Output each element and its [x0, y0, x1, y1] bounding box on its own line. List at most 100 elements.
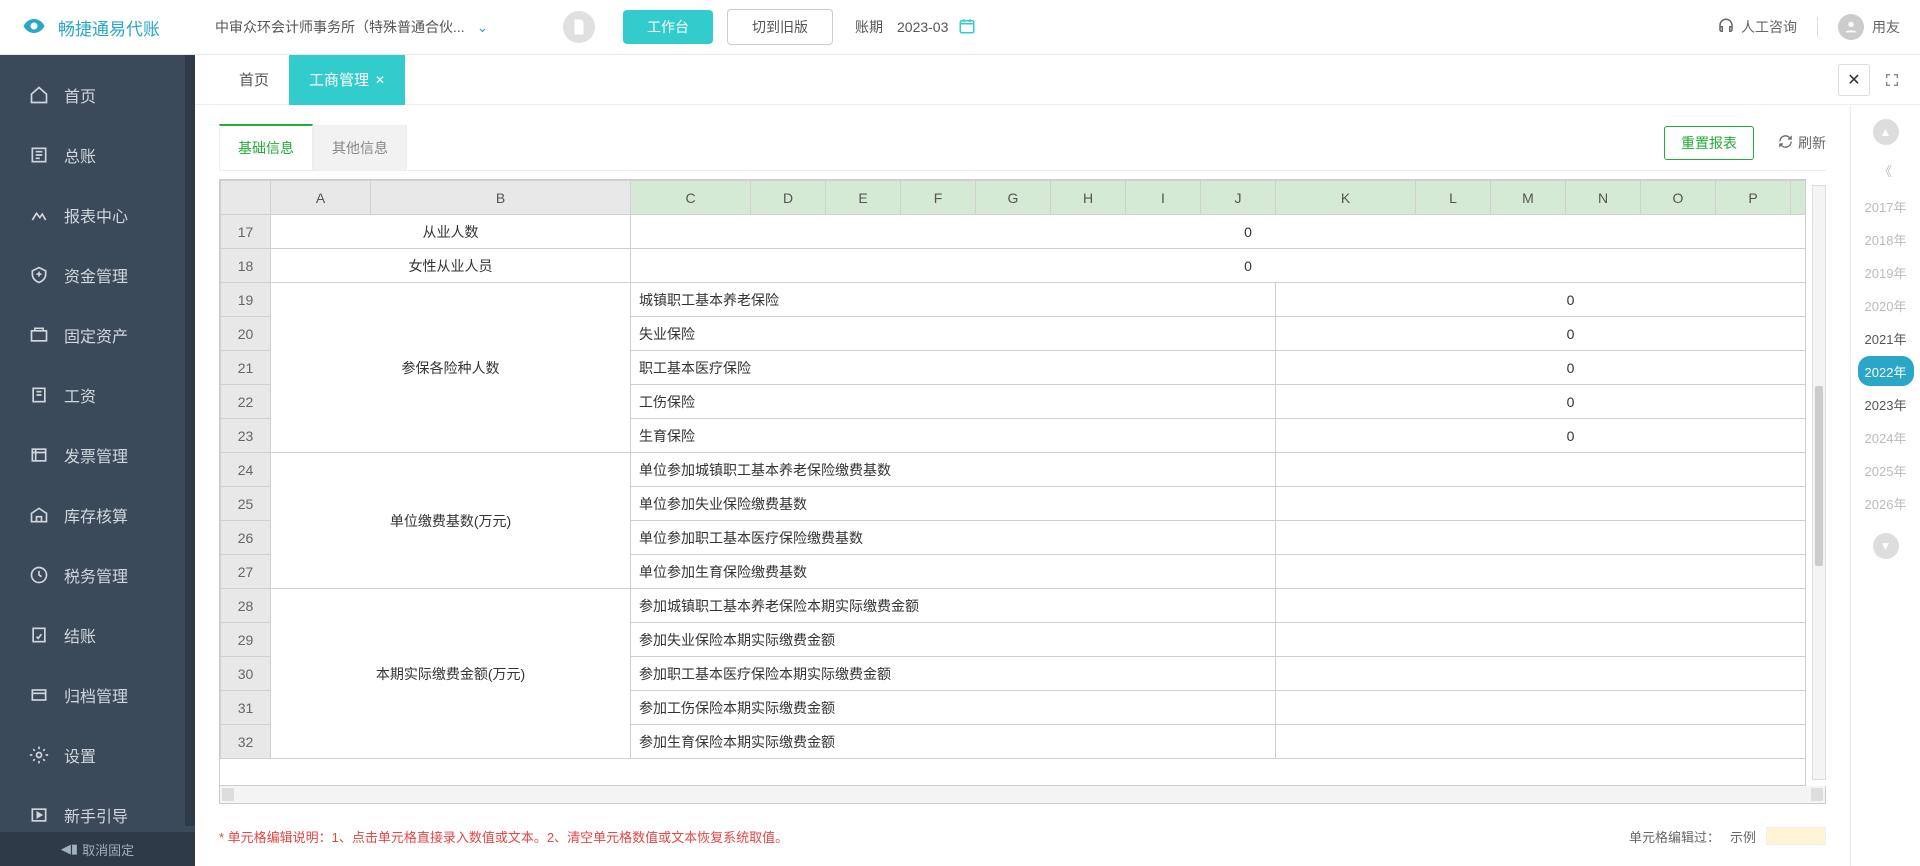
- scrollbar-arrow-left[interactable]: [222, 788, 234, 801]
- cell[interactable]: 参加职工基本医疗保险本期实际缴费金额: [631, 657, 1276, 691]
- cell[interactable]: 参加工伤保险本期实际缴费金额: [631, 691, 1276, 725]
- year-scroll-up[interactable]: ▲: [1873, 119, 1899, 145]
- row-header[interactable]: 21: [221, 351, 271, 385]
- cell[interactable]: [1276, 657, 1807, 691]
- sidebar-item[interactable]: 资金管理: [0, 245, 195, 305]
- sidebar-item[interactable]: 归档管理: [0, 665, 195, 725]
- row-header[interactable]: 28: [221, 589, 271, 623]
- col-header[interactable]: B: [371, 181, 631, 215]
- category-cell[interactable]: 从业人数: [271, 215, 631, 249]
- cell[interactable]: [1276, 453, 1807, 487]
- horizontal-scrollbar[interactable]: [219, 786, 1826, 804]
- support-link[interactable]: 人工咨询: [1717, 17, 1797, 38]
- cell[interactable]: 单位参加失业保险缴费基数: [631, 487, 1276, 521]
- year-option[interactable]: 2022年: [1858, 356, 1914, 386]
- cell[interactable]: 0: [631, 249, 1807, 283]
- row-header[interactable]: 29: [221, 623, 271, 657]
- scrollbar-thumb[interactable]: [1815, 386, 1823, 566]
- category-cell[interactable]: 参保各险种人数: [271, 283, 631, 453]
- cell[interactable]: [1276, 691, 1807, 725]
- col-header[interactable]: E: [826, 181, 901, 215]
- col-header[interactable]: Q: [1791, 181, 1807, 215]
- cell[interactable]: 单位参加生育保险缴费基数: [631, 555, 1276, 589]
- col-header[interactable]: G: [976, 181, 1051, 215]
- user-menu[interactable]: 用友: [1838, 14, 1900, 40]
- category-cell[interactable]: 单位缴费基数(万元): [271, 453, 631, 589]
- sidebar-item[interactable]: 工资: [0, 365, 195, 425]
- sidebar-item[interactable]: 报表中心: [0, 185, 195, 245]
- sidebar-item[interactable]: 发票管理: [0, 425, 195, 485]
- cell[interactable]: [1276, 623, 1807, 657]
- tab-home[interactable]: 首页: [219, 55, 289, 105]
- cell[interactable]: 0: [1276, 283, 1807, 317]
- cell[interactable]: 职工基本医疗保险: [631, 351, 1276, 385]
- cell[interactable]: 0: [1276, 419, 1807, 453]
- calendar-icon[interactable]: [958, 17, 976, 38]
- unpin-button[interactable]: ◀▮ 取消固定: [0, 832, 195, 866]
- cell[interactable]: 0: [631, 215, 1807, 249]
- row-header[interactable]: 18: [221, 249, 271, 283]
- spreadsheet[interactable]: ABCDEFGHIJKLMNOPQ17从业人数018女性从业人员019参保各险种…: [219, 179, 1806, 786]
- year-option[interactable]: 2021年: [1858, 323, 1914, 353]
- cell[interactable]: [1276, 725, 1807, 759]
- row-header[interactable]: 31: [221, 691, 271, 725]
- refresh-button[interactable]: 刷新: [1778, 133, 1826, 153]
- cell[interactable]: [1276, 589, 1807, 623]
- col-header[interactable]: A: [271, 181, 371, 215]
- sidebar-item[interactable]: 总账: [0, 125, 195, 185]
- cell[interactable]: 城镇职工基本养老保险: [631, 283, 1276, 317]
- row-header[interactable]: 26: [221, 521, 271, 555]
- cell[interactable]: [1276, 487, 1807, 521]
- cell[interactable]: 参加生育保险本期实际缴费金额: [631, 725, 1276, 759]
- subtab-basic-info[interactable]: 基础信息: [219, 124, 313, 170]
- reset-report-button[interactable]: 重置报表: [1664, 126, 1754, 160]
- tab-business-admin[interactable]: 工商管理 ✕: [289, 55, 405, 105]
- vertical-scrollbar[interactable]: [1812, 185, 1826, 780]
- row-header[interactable]: 17: [221, 215, 271, 249]
- col-header[interactable]: O: [1641, 181, 1716, 215]
- row-header[interactable]: 23: [221, 419, 271, 453]
- cell[interactable]: 参加失业保险本期实际缴费金额: [631, 623, 1276, 657]
- row-header[interactable]: 25: [221, 487, 271, 521]
- period-value[interactable]: 2023-03: [897, 19, 948, 35]
- cell[interactable]: 单位参加城镇职工基本养老保险缴费基数: [631, 453, 1276, 487]
- sidebar-item[interactable]: 设置: [0, 725, 195, 785]
- cell[interactable]: [1276, 521, 1807, 555]
- col-header[interactable]: F: [901, 181, 976, 215]
- row-header[interactable]: 27: [221, 555, 271, 589]
- sidebar-scrollbar[interactable]: [185, 55, 195, 826]
- cell[interactable]: [1276, 555, 1807, 589]
- sidebar-item[interactable]: 固定资产: [0, 305, 195, 365]
- close-icon[interactable]: ✕: [375, 73, 385, 87]
- col-header[interactable]: M: [1491, 181, 1566, 215]
- scrollbar-arrow-right[interactable]: [1811, 788, 1823, 801]
- cell[interactable]: 0: [1276, 351, 1807, 385]
- col-header[interactable]: H: [1051, 181, 1126, 215]
- cell[interactable]: 0: [1276, 385, 1807, 419]
- workbench-button[interactable]: 工作台: [623, 10, 713, 44]
- corner-cell[interactable]: [221, 181, 271, 215]
- document-icon[interactable]: [563, 11, 595, 43]
- col-header[interactable]: C: [631, 181, 751, 215]
- cell[interactable]: 生育保险: [631, 419, 1276, 453]
- col-header[interactable]: N: [1566, 181, 1641, 215]
- org-selector[interactable]: 中审众环会计师事务所（特殊普通合伙... ⌄: [215, 17, 555, 37]
- switch-old-button[interactable]: 切到旧版: [727, 9, 833, 45]
- year-scroll-down[interactable]: ▼: [1873, 533, 1899, 559]
- col-header[interactable]: P: [1716, 181, 1791, 215]
- cell[interactable]: 工伤保险: [631, 385, 1276, 419]
- cell[interactable]: 参加城镇职工基本养老保险本期实际缴费金额: [631, 589, 1276, 623]
- sidebar-item[interactable]: 库存核算: [0, 485, 195, 545]
- sidebar-item[interactable]: 首页: [0, 65, 195, 125]
- col-header[interactable]: L: [1416, 181, 1491, 215]
- col-header[interactable]: I: [1126, 181, 1201, 215]
- cell[interactable]: 失业保险: [631, 317, 1276, 351]
- category-cell[interactable]: 本期实际缴费金额(万元): [271, 589, 631, 759]
- close-all-tabs-button[interactable]: ✕: [1838, 64, 1870, 96]
- category-cell[interactable]: 女性从业人员: [271, 249, 631, 283]
- sidebar-item[interactable]: 结账: [0, 605, 195, 665]
- sidebar-item[interactable]: 税务管理: [0, 545, 195, 605]
- cell[interactable]: 单位参加职工基本医疗保险缴费基数: [631, 521, 1276, 555]
- col-header[interactable]: J: [1201, 181, 1276, 215]
- row-header[interactable]: 19: [221, 283, 271, 317]
